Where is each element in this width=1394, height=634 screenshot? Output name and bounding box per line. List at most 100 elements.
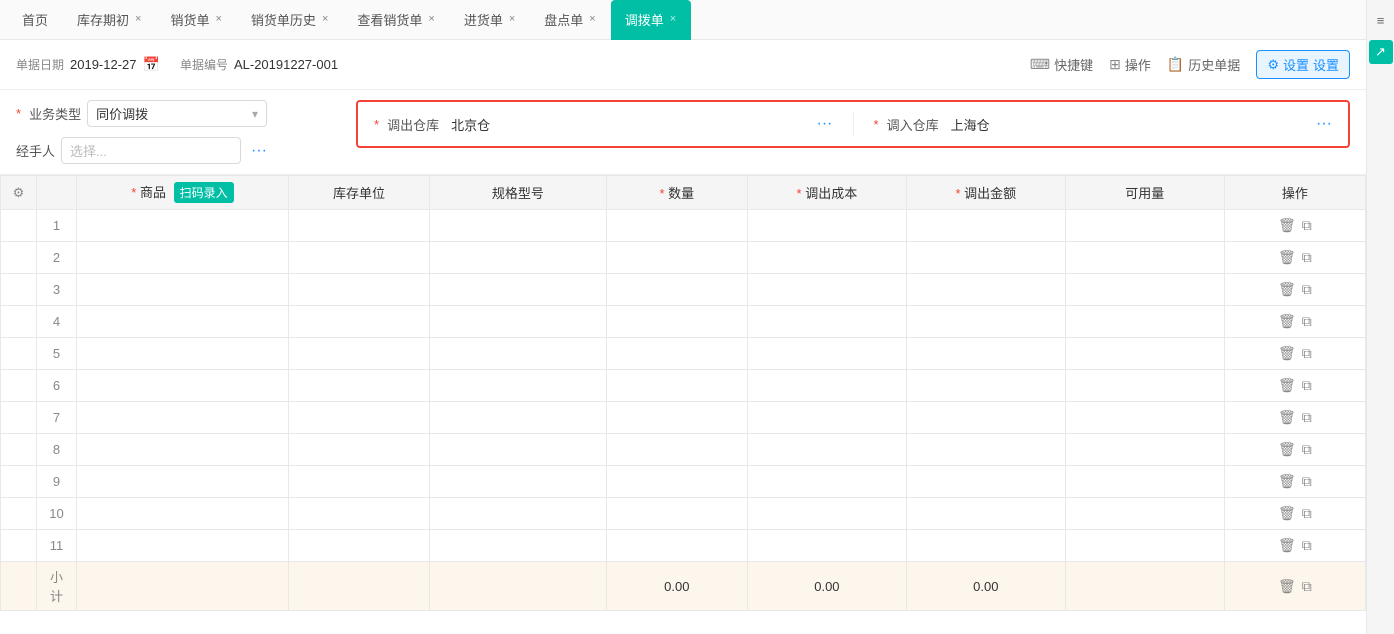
- row-product-cell[interactable]: [77, 338, 289, 370]
- row-cost-cell[interactable]: [747, 466, 906, 498]
- business-type-select[interactable]: 同价调拨 ▾: [87, 100, 267, 127]
- row-product-cell[interactable]: [77, 466, 289, 498]
- row-cost-cell[interactable]: [747, 306, 906, 338]
- row-copy-btn[interactable]: ⧉: [1302, 505, 1312, 522]
- row-cost-cell[interactable]: [747, 242, 906, 274]
- row-delete-btn[interactable]: 🗑: [1278, 505, 1296, 522]
- row-cost-cell[interactable]: [747, 498, 906, 530]
- row-cost-cell[interactable]: [747, 274, 906, 306]
- subtotal-label-cell: 小计: [37, 562, 77, 611]
- row-cost-cell[interactable]: [747, 210, 906, 242]
- row-amount-cell[interactable]: [906, 530, 1065, 562]
- settings-icon[interactable]: ⚙: [13, 185, 25, 200]
- row-qty-cell[interactable]: [606, 466, 747, 498]
- row-copy-btn[interactable]: ⧉: [1302, 537, 1312, 554]
- row-amount-cell[interactable]: [906, 306, 1065, 338]
- row-product-cell[interactable]: [77, 402, 289, 434]
- row-product-cell[interactable]: [77, 530, 289, 562]
- subtotal-copy-btn[interactable]: ⧉: [1302, 578, 1312, 595]
- row-qty-cell[interactable]: [606, 498, 747, 530]
- handler-select[interactable]: 选择...: [61, 137, 241, 164]
- row-copy-btn[interactable]: ⧉: [1302, 345, 1312, 362]
- row-amount-cell[interactable]: [906, 370, 1065, 402]
- row-delete-btn[interactable]: 🗑: [1278, 345, 1296, 362]
- row-cost-cell[interactable]: [747, 338, 906, 370]
- row-amount-cell[interactable]: [906, 466, 1065, 498]
- row-copy-btn[interactable]: ⧉: [1302, 313, 1312, 330]
- tab-home[interactable]: 首页: [8, 0, 63, 40]
- row-qty-cell[interactable]: [606, 306, 747, 338]
- row-delete-btn[interactable]: 🗑: [1278, 249, 1296, 266]
- tab-close-inventory-init[interactable]: ×: [135, 14, 141, 25]
- tab-close-sales-order[interactable]: ×: [215, 14, 221, 25]
- row-amount-cell[interactable]: [906, 210, 1065, 242]
- tab-transfer[interactable]: 调拨单 ×: [611, 0, 691, 40]
- row-copy-btn[interactable]: ⧉: [1302, 281, 1312, 298]
- row-qty-cell[interactable]: [606, 210, 747, 242]
- transfer-in-more-btn[interactable]: ···: [1316, 115, 1332, 133]
- row-product-cell[interactable]: [77, 498, 289, 530]
- tab-sales-order[interactable]: 销货单 ×: [156, 0, 236, 40]
- row-amount-cell[interactable]: [906, 434, 1065, 466]
- setting-btn[interactable]: ⚙ 设置 设置: [1256, 50, 1350, 79]
- row-delete-btn[interactable]: 🗑: [1278, 409, 1296, 426]
- row-product-cell[interactable]: [77, 210, 289, 242]
- tab-close-sales-history[interactable]: ×: [322, 14, 328, 25]
- row-amount-cell[interactable]: [906, 498, 1065, 530]
- row-amount-cell[interactable]: [906, 402, 1065, 434]
- row-qty-cell[interactable]: [606, 370, 747, 402]
- row-qty-cell[interactable]: [606, 338, 747, 370]
- row-qty-cell[interactable]: [606, 274, 747, 306]
- row-copy-btn[interactable]: ⧉: [1302, 409, 1312, 426]
- row-amount-cell[interactable]: [906, 242, 1065, 274]
- tab-view-sales[interactable]: 查看销货单 ×: [343, 0, 449, 40]
- row-product-cell[interactable]: [77, 274, 289, 306]
- row-delete-btn[interactable]: 🗑: [1278, 377, 1296, 394]
- transfer-out-more-btn[interactable]: ···: [817, 115, 833, 133]
- tab-close-purchase[interactable]: ×: [509, 14, 515, 25]
- row-cost-cell[interactable]: [747, 434, 906, 466]
- row-qty-cell[interactable]: [606, 530, 747, 562]
- subtotal-delete-btn[interactable]: 🗑: [1278, 578, 1296, 595]
- handler-more-btn[interactable]: ···: [251, 142, 267, 160]
- row-qty-cell[interactable]: [606, 434, 747, 466]
- row-qty-cell[interactable]: [606, 242, 747, 274]
- row-product-cell[interactable]: [77, 434, 289, 466]
- row-product-cell[interactable]: [77, 370, 289, 402]
- list-icon: ≡: [1377, 13, 1385, 28]
- shortcut-keys-btn[interactable]: ⌨ 快捷键: [1030, 55, 1093, 74]
- tab-sales-history[interactable]: 销货单历史 ×: [237, 0, 343, 40]
- calendar-icon[interactable]: 📅: [143, 56, 160, 73]
- row-delete-btn[interactable]: 🗑: [1278, 281, 1296, 298]
- row-qty-cell[interactable]: [606, 402, 747, 434]
- tab-stocktake[interactable]: 盘点单 ×: [530, 0, 610, 40]
- operations-btn[interactable]: ⊞ 操作: [1109, 55, 1151, 74]
- row-cost-cell[interactable]: [747, 530, 906, 562]
- row-delete-btn[interactable]: 🗑: [1278, 537, 1296, 554]
- tab-close-view-sales[interactable]: ×: [428, 14, 434, 25]
- row-copy-btn[interactable]: ⧉: [1302, 249, 1312, 266]
- row-delete-btn[interactable]: 🗑: [1278, 473, 1296, 490]
- row-delete-btn[interactable]: 🗑: [1278, 313, 1296, 330]
- tab-inventory-init[interactable]: 库存期初 ×: [63, 0, 156, 40]
- row-amount-cell[interactable]: [906, 338, 1065, 370]
- scan-entry-btn[interactable]: 扫码录入: [174, 182, 234, 203]
- history-btn[interactable]: 📋 历史单据: [1167, 55, 1240, 74]
- row-delete-btn[interactable]: 🗑: [1278, 217, 1296, 234]
- row-copy-btn[interactable]: ⧉: [1302, 441, 1312, 458]
- row-cost-cell[interactable]: [747, 402, 906, 434]
- side-expand-btn[interactable]: ↗: [1369, 40, 1393, 64]
- row-copy-btn[interactable]: ⧉: [1302, 377, 1312, 394]
- side-list-btn[interactable]: ≡: [1369, 8, 1393, 32]
- tab-close-transfer[interactable]: ×: [670, 14, 676, 25]
- row-product-cell[interactable]: [77, 306, 289, 338]
- row-copy-btn[interactable]: ⧉: [1302, 473, 1312, 490]
- tab-close-stocktake[interactable]: ×: [589, 14, 595, 25]
- row-cost-cell[interactable]: [747, 370, 906, 402]
- row-product-cell[interactable]: [77, 242, 289, 274]
- row-amount-cell[interactable]: [906, 274, 1065, 306]
- tab-purchase[interactable]: 进货单 ×: [450, 0, 530, 40]
- row-delete-btn[interactable]: 🗑: [1278, 441, 1296, 458]
- row-copy-btn[interactable]: ⧉: [1302, 217, 1312, 234]
- row-unit-cell: [288, 498, 429, 530]
